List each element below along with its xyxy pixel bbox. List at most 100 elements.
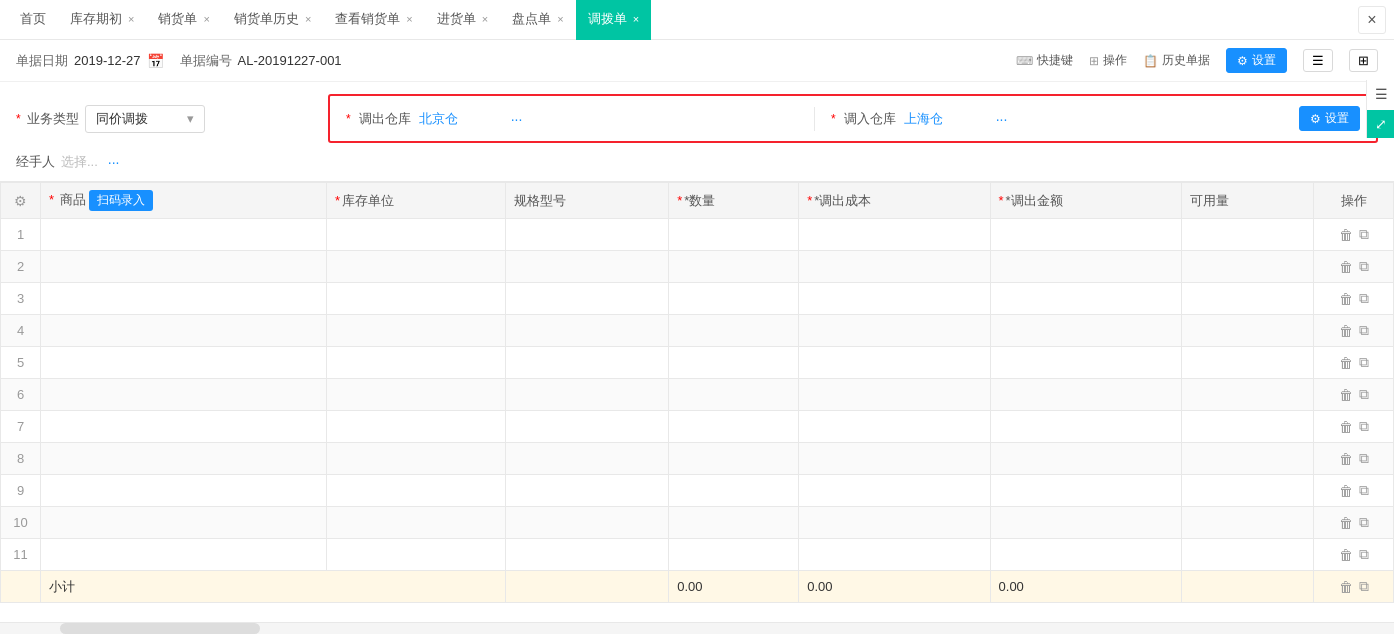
sidebar-expand-btn[interactable]: ⤢ — [1367, 110, 1394, 138]
row-1-copy-btn[interactable]: ⧉ — [1359, 226, 1369, 243]
tab-view-sales-close[interactable]: × — [406, 13, 412, 25]
layout-icon2: ⊞ — [1358, 53, 1369, 68]
setting-btn[interactable]: ⚙ 设置 — [1226, 48, 1287, 73]
row-5-delete-btn[interactable]: 🗑 — [1339, 354, 1353, 371]
warehouse-setting-btn[interactable]: ⚙ 设置 — [1299, 106, 1360, 131]
row-6-delete-btn[interactable]: 🗑 — [1339, 386, 1353, 403]
row-1-unit[interactable] — [327, 219, 506, 251]
tab-purchase-close[interactable]: × — [482, 13, 488, 25]
row-1-amount[interactable] — [990, 219, 1181, 251]
out-wh-value: 北京仓 — [419, 110, 499, 128]
row-3-cost[interactable] — [799, 283, 990, 315]
tab-stock-init[interactable]: 库存期初 × — [58, 0, 146, 40]
row-6-copy-btn[interactable]: ⧉ — [1359, 386, 1369, 403]
person-input[interactable]: 选择... — [61, 153, 98, 171]
out-warehouse-field: * 调出仓库 北京仓 ··· — [346, 110, 798, 128]
row-7-delete-btn[interactable]: 🗑 — [1339, 418, 1353, 435]
row-9-copy-btn[interactable]: ⧉ — [1359, 482, 1369, 499]
row-11-copy-btn[interactable]: ⧉ — [1359, 546, 1369, 563]
tab-transfer[interactable]: 调拨单 × — [576, 0, 651, 40]
tab-view-sales[interactable]: 查看销货单 × — [323, 0, 424, 40]
table-container: ⚙ 商品 扫码录入 库存单位 规格型号 *数量 *调出成本 *调出金额 可用量 … — [0, 181, 1394, 622]
table-row: 9 🗑⧉ — [1, 475, 1394, 507]
biz-type-dropdown[interactable]: 同价调拨 ▾ — [85, 105, 205, 133]
horizontal-scrollbar[interactable] — [0, 622, 1394, 634]
row-1-cost[interactable] — [799, 219, 990, 251]
tab-inventory[interactable]: 盘点单 × — [500, 0, 575, 40]
row-num-8: 8 — [1, 443, 41, 475]
in-wh-more-btn[interactable]: ··· — [996, 111, 1008, 127]
row-5-copy-btn[interactable]: ⧉ — [1359, 354, 1369, 371]
row-3-spec[interactable] — [506, 283, 669, 315]
right-sidebar: ☰ ⤢ — [1366, 80, 1394, 138]
gear-btn[interactable]: ⚙ — [14, 193, 27, 209]
row-1-product[interactable] — [41, 219, 327, 251]
tab-inventory-close[interactable]: × — [557, 13, 563, 25]
row-3-copy-btn[interactable]: ⧉ — [1359, 290, 1369, 307]
table-row: 11 🗑⧉ — [1, 539, 1394, 571]
row-1-delete-btn[interactable]: 🗑 — [1339, 226, 1353, 243]
in-wh-label: 调入仓库 — [844, 110, 896, 128]
tab-sales-history-close[interactable]: × — [305, 13, 311, 25]
row-3-available — [1181, 283, 1313, 315]
window-close-button[interactable]: × — [1358, 6, 1386, 34]
row-2-unit[interactable] — [327, 251, 506, 283]
table-body: 1 🗑 ⧉ — [1, 219, 1394, 571]
row-10-copy-btn[interactable]: ⧉ — [1359, 514, 1369, 531]
row-2-spec[interactable] — [506, 251, 669, 283]
col-spec: 规格型号 — [506, 183, 669, 219]
sidebar-list-btn[interactable]: ☰ — [1367, 80, 1394, 108]
row-3-product[interactable] — [41, 283, 327, 315]
row-2-cost[interactable] — [799, 251, 990, 283]
setting-label: 设置 — [1252, 52, 1276, 69]
row-2-product[interactable] — [41, 251, 327, 283]
table-row: 3 🗑 ⧉ — [1, 283, 1394, 315]
row-10-delete-btn[interactable]: 🗑 — [1339, 514, 1353, 531]
tab-stock-init-close[interactable]: × — [128, 13, 134, 25]
row-2-copy-btn[interactable]: ⧉ — [1359, 258, 1369, 275]
shortcut-btn[interactable]: ⌨ 快捷键 — [1016, 52, 1073, 69]
scan-entry-btn[interactable]: 扫码录入 — [89, 190, 153, 211]
tab-sales-order[interactable]: 销货单 × — [146, 0, 221, 40]
row-3-qty[interactable] — [669, 283, 799, 315]
out-wh-more-btn[interactable]: ··· — [511, 111, 523, 127]
tab-home[interactable]: 首页 — [8, 0, 58, 40]
row-1-qty[interactable] — [669, 219, 799, 251]
in-warehouse-field: * 调入仓库 上海仓 ··· — [831, 110, 1283, 128]
row-4-delete-btn[interactable]: 🗑 — [1339, 322, 1353, 339]
footer-delete-btn[interactable]: 🗑 — [1339, 578, 1353, 595]
biz-type-chevron: ▾ — [187, 111, 194, 126]
row-11-delete-btn[interactable]: 🗑 — [1339, 546, 1353, 563]
row-num-4: 4 — [1, 315, 41, 347]
footer-qty: 0.00 — [669, 571, 799, 603]
tab-transfer-close[interactable]: × — [633, 13, 639, 25]
row-2-delete-btn[interactable]: 🗑 — [1339, 258, 1353, 275]
biz-type-field: * 业务类型 同价调拨 ▾ — [16, 94, 296, 143]
tab-purchase[interactable]: 进货单 × — [425, 0, 500, 40]
row-3-delete-btn[interactable]: 🗑 — [1339, 290, 1353, 307]
footer-copy-btn[interactable]: ⧉ — [1359, 578, 1369, 595]
operation-btn[interactable]: ⊞ 操作 — [1089, 52, 1127, 69]
layout-btn2[interactable]: ⊞ — [1349, 49, 1378, 72]
row-7-copy-btn[interactable]: ⧉ — [1359, 418, 1369, 435]
operation-label: 操作 — [1103, 52, 1127, 69]
row-3-unit[interactable] — [327, 283, 506, 315]
setting-icon: ⚙ — [1237, 54, 1248, 68]
row-8-copy-btn[interactable]: ⧉ — [1359, 450, 1369, 467]
toolbar-right: ⌨ 快捷键 ⊞ 操作 📋 历史单据 ⚙ 设置 ☰ — [1016, 48, 1378, 73]
person-more-btn[interactable]: ··· — [108, 154, 120, 170]
row-4-copy-btn[interactable]: ⧉ — [1359, 322, 1369, 339]
row-8-delete-btn[interactable]: 🗑 — [1339, 450, 1353, 467]
row-2-amount[interactable] — [990, 251, 1181, 283]
row-9-delete-btn[interactable]: 🗑 — [1339, 482, 1353, 499]
history-btn[interactable]: 📋 历史单据 — [1143, 52, 1210, 69]
row-1-spec[interactable] — [506, 219, 669, 251]
row-2-qty[interactable] — [669, 251, 799, 283]
row-3-amount[interactable] — [990, 283, 1181, 315]
form-row-2: 经手人 选择... ··· — [16, 153, 1378, 171]
table-row: 7 🗑⧉ — [1, 411, 1394, 443]
calendar-icon[interactable]: 📅 — [147, 53, 164, 69]
layout-btn1[interactable]: ☰ — [1303, 49, 1333, 72]
tab-sales-order-close[interactable]: × — [203, 13, 209, 25]
tab-sales-history[interactable]: 销货单历史 × — [222, 0, 323, 40]
